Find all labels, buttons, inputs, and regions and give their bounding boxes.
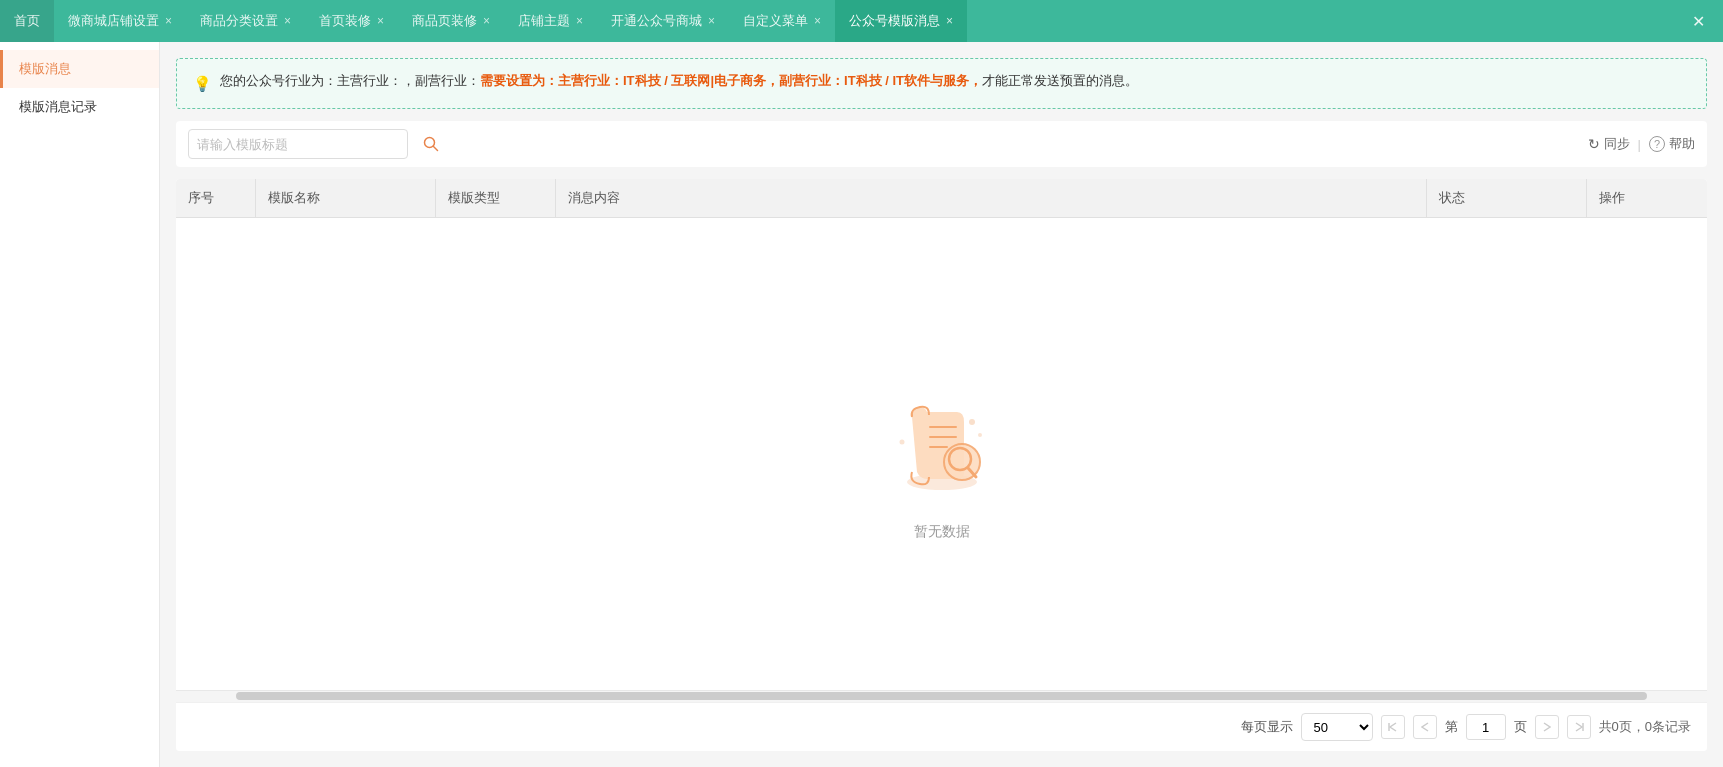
toolbar: ↻ 同步 | ? 帮助 (176, 121, 1707, 167)
horizontal-scrollbar[interactable] (176, 690, 1707, 702)
notice-highlight: 需要设置为：主营行业：IT科技 / 互联网|电子商务，副营行业：IT科技 / I… (480, 73, 982, 88)
pagination: 每页显示 10 20 50 100 (176, 702, 1707, 751)
notice-prefix: 您的公众号行业为：主营行业：，副营行业： (220, 73, 480, 88)
svg-point-11 (899, 440, 904, 445)
tab-custom-menu-label: 自定义菜单 (743, 12, 808, 30)
table-wrapper: 序号 模版名称 模版类型 消息内容 状态 操作 (176, 179, 1707, 751)
first-page-button[interactable] (1381, 715, 1405, 739)
last-page-button[interactable] (1567, 715, 1591, 739)
tab-homepage-decor-label: 首页装修 (319, 12, 371, 30)
main-layout: 模版消息 模版消息记录 💡 您的公众号行业为：主营行业：，副营行业：需要设置为：… (0, 42, 1723, 767)
col-action: 操作 (1587, 179, 1707, 217)
tab-product-category[interactable]: 商品分类设置 × (186, 0, 305, 42)
search-button[interactable] (416, 129, 446, 159)
tab-shop-theme-label: 店铺主题 (518, 12, 570, 30)
first-page-icon (1388, 722, 1398, 732)
table-header: 序号 模版名称 模版类型 消息内容 状态 操作 (176, 179, 1707, 218)
svg-line-1 (434, 147, 438, 151)
col-template-type: 模版类型 (436, 179, 556, 217)
search-icon (423, 136, 439, 152)
sync-icon: ↻ (1588, 136, 1600, 152)
close-all-button[interactable]: ✕ (1684, 12, 1713, 31)
last-page-icon (1574, 722, 1584, 732)
search-input[interactable] (188, 129, 408, 159)
help-label: 帮助 (1669, 135, 1695, 153)
sidebar-item-template-msg-label: 模版消息 (19, 61, 71, 76)
notice-box: 💡 您的公众号行业为：主营行业：，副营行业：需要设置为：主营行业：IT科技 / … (176, 58, 1707, 109)
tab-open-mall[interactable]: 开通公众号商城 × (597, 0, 729, 42)
sidebar-item-template-msg-record[interactable]: 模版消息记录 (0, 88, 159, 126)
col-status: 状态 (1427, 179, 1587, 217)
top-navigation: 首页 微商城店铺设置 × 商品分类设置 × 首页装修 × 商品页装修 × 店铺主… (0, 0, 1723, 42)
close-tab-custom-menu[interactable]: × (814, 14, 821, 28)
next-page-button[interactable] (1535, 715, 1559, 739)
notice-suffix: 才能正常发送预置的消息。 (982, 73, 1138, 88)
per-page-label: 每页显示 (1241, 718, 1293, 736)
content-area: 💡 您的公众号行业为：主营行业：，副营行业：需要设置为：主营行业：IT科技 / … (160, 42, 1723, 767)
help-icon: ? (1649, 136, 1665, 152)
page-di-label: 第 (1445, 718, 1458, 736)
close-tab-shop-theme[interactable]: × (576, 14, 583, 28)
close-tab-product-page-decor[interactable]: × (483, 14, 490, 28)
notice-text: 您的公众号行业为：主营行业：，副营行业：需要设置为：主营行业：IT科技 / 互联… (220, 71, 1138, 92)
tab-home-label: 首页 (14, 12, 40, 30)
tab-product-page-decor[interactable]: 商品页装修 × (398, 0, 504, 42)
tab-product-category-label: 商品分类设置 (200, 12, 278, 30)
sidebar-item-template-msg[interactable]: 模版消息 (0, 50, 159, 88)
tab-product-page-decor-label: 商品页装修 (412, 12, 477, 30)
per-page-select[interactable]: 10 20 50 100 (1301, 713, 1373, 741)
close-tab-homepage-decor[interactable]: × (377, 14, 384, 28)
svg-point-10 (978, 433, 982, 437)
close-tab-shop-settings[interactable]: × (165, 14, 172, 28)
total-info: 共0页，0条记录 (1599, 718, 1691, 736)
scrollbar-track (236, 692, 1647, 700)
sidebar: 模版消息 模版消息记录 (0, 42, 160, 767)
search-area (188, 129, 446, 159)
sidebar-item-template-msg-record-label: 模版消息记录 (19, 99, 97, 114)
close-tab-product-category[interactable]: × (284, 14, 291, 28)
next-page-icon (1543, 722, 1551, 732)
prev-page-icon (1421, 722, 1429, 732)
tab-shop-settings-label: 微商城店铺设置 (68, 12, 159, 30)
tab-template-msg-label: 公众号模版消息 (849, 12, 940, 30)
empty-illustration (882, 387, 1002, 507)
page-input[interactable] (1466, 714, 1506, 740)
tab-shop-theme[interactable]: 店铺主题 × (504, 0, 597, 42)
col-template-name: 模版名称 (256, 179, 436, 217)
tab-template-msg[interactable]: 公众号模版消息 × (835, 0, 967, 42)
tab-home[interactable]: 首页 (0, 0, 54, 42)
sync-label: 同步 (1604, 135, 1630, 153)
tab-open-mall-label: 开通公众号商城 (611, 12, 702, 30)
notice-bulb-icon: 💡 (193, 72, 212, 96)
empty-text: 暂无数据 (914, 523, 970, 541)
col-index: 序号 (176, 179, 256, 217)
page-label: 页 (1514, 718, 1527, 736)
empty-state: 暂无数据 (176, 218, 1707, 690)
sync-button[interactable]: ↻ 同步 (1588, 135, 1630, 153)
svg-point-9 (969, 419, 975, 425)
prev-page-button[interactable] (1413, 715, 1437, 739)
divider: | (1638, 137, 1641, 152)
close-tab-open-mall[interactable]: × (708, 14, 715, 28)
tab-custom-menu[interactable]: 自定义菜单 × (729, 0, 835, 42)
close-tab-template-msg[interactable]: × (946, 14, 953, 28)
toolbar-right: ↻ 同步 | ? 帮助 (1588, 135, 1695, 153)
tab-homepage-decor[interactable]: 首页装修 × (305, 0, 398, 42)
tab-shop-settings[interactable]: 微商城店铺设置 × (54, 0, 186, 42)
col-content: 消息内容 (556, 179, 1427, 217)
help-button[interactable]: ? 帮助 (1649, 135, 1695, 153)
